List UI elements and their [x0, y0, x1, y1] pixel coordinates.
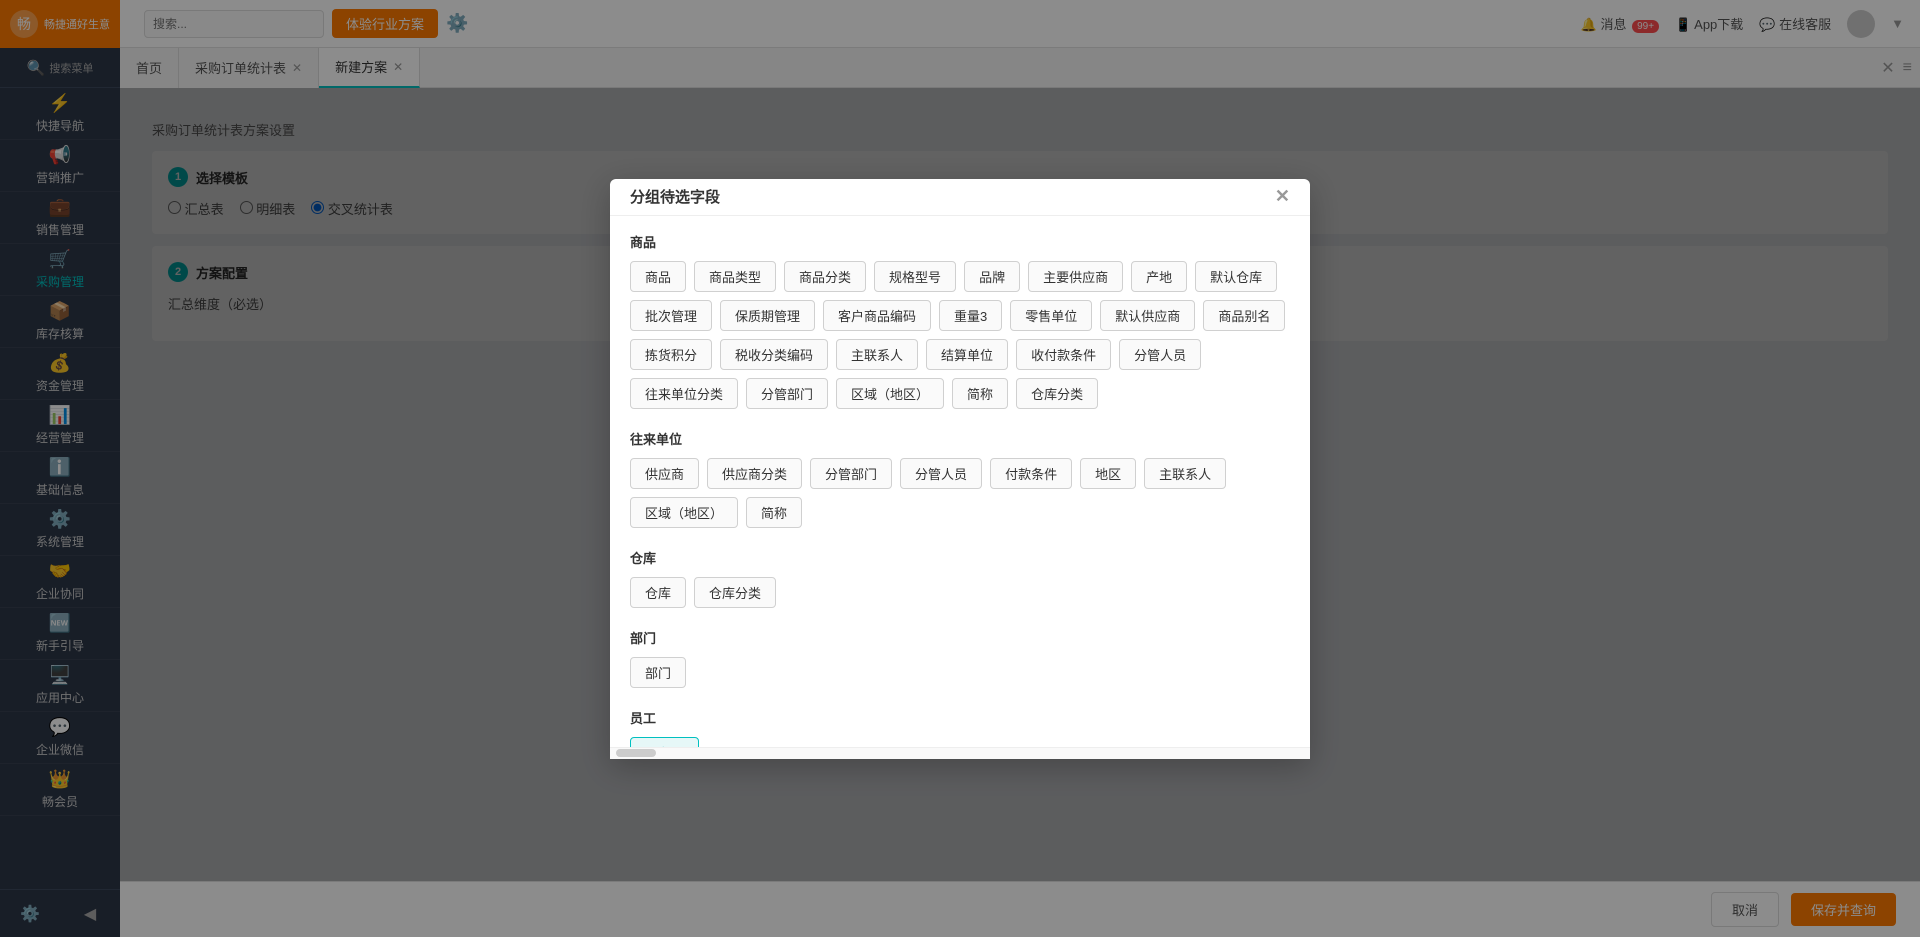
field-tag-0-9[interactable]: 保质期管理	[720, 300, 815, 331]
field-tag-0-21[interactable]: 往来单位分类	[630, 378, 738, 409]
field-tag-0-19[interactable]: 收付款条件	[1016, 339, 1111, 370]
field-tag-0-10[interactable]: 客户商品编码	[823, 300, 931, 331]
field-tag-0-22[interactable]: 分管部门	[746, 378, 828, 409]
field-tag-1-4[interactable]: 付款条件	[990, 458, 1072, 489]
field-tag-0-18[interactable]: 结算单位	[926, 339, 1008, 370]
section-title-4: 员工	[630, 708, 1290, 727]
field-tag-0-15[interactable]: 拣货积分	[630, 339, 712, 370]
field-tag-0-6[interactable]: 产地	[1131, 261, 1187, 292]
modal-hscroll	[610, 747, 1310, 758]
field-tag-4-0[interactable]: 业务员	[630, 737, 699, 747]
field-tag-0-7[interactable]: 默认仓库	[1195, 261, 1277, 292]
field-tag-1-3[interactable]: 分管人员	[900, 458, 982, 489]
field-tag-0-17[interactable]: 主联系人	[836, 339, 918, 370]
field-tag-0-14[interactable]: 商品别名	[1203, 300, 1285, 331]
field-tag-1-1[interactable]: 供应商分类	[707, 458, 802, 489]
field-tag-0-13[interactable]: 默认供应商	[1100, 300, 1195, 331]
field-tag-0-11[interactable]: 重量3	[939, 300, 1002, 331]
section-title-2: 仓库	[630, 548, 1290, 567]
field-tag-1-2[interactable]: 分管部门	[810, 458, 892, 489]
field-tags-0: 商品商品类型商品分类规格型号品牌主要供应商产地默认仓库批次管理保质期管理客户商品…	[630, 261, 1290, 409]
field-tag-2-1[interactable]: 仓库分类	[694, 577, 776, 608]
field-tag-0-23[interactable]: 区域（地区）	[836, 378, 944, 409]
field-tag-2-0[interactable]: 仓库	[630, 577, 686, 608]
field-tag-1-7[interactable]: 区域（地区）	[630, 497, 738, 528]
field-section-2: 仓库仓库仓库分类	[630, 548, 1290, 608]
field-tag-0-3[interactable]: 规格型号	[874, 261, 956, 292]
field-tags-4: 业务员	[630, 737, 1290, 747]
field-section-0: 商品商品商品类型商品分类规格型号品牌主要供应商产地默认仓库批次管理保质期管理客户…	[630, 232, 1290, 409]
field-tag-1-8[interactable]: 简称	[746, 497, 802, 528]
field-tag-0-2[interactable]: 商品分类	[784, 261, 866, 292]
field-tag-0-0[interactable]: 商品	[630, 261, 686, 292]
field-tag-0-5[interactable]: 主要供应商	[1028, 261, 1123, 292]
section-title-3: 部门	[630, 628, 1290, 647]
field-tag-1-6[interactable]: 主联系人	[1144, 458, 1226, 489]
field-section-3: 部门部门	[630, 628, 1290, 688]
field-tag-1-5[interactable]: 地区	[1080, 458, 1136, 489]
field-tag-0-4[interactable]: 品牌	[964, 261, 1020, 292]
field-tag-3-0[interactable]: 部门	[630, 657, 686, 688]
field-tag-0-1[interactable]: 商品类型	[694, 261, 776, 292]
field-tag-0-8[interactable]: 批次管理	[630, 300, 712, 331]
modal-title: 分组待选字段	[630, 186, 720, 207]
field-tag-0-24[interactable]: 简称	[952, 378, 1008, 409]
field-section-4: 员工业务员	[630, 708, 1290, 747]
modal-overlay: 分组待选字段 ✕ 商品商品商品类型商品分类规格型号品牌主要供应商产地默认仓库批次…	[0, 0, 1920, 937]
field-tag-0-20[interactable]: 分管人员	[1119, 339, 1201, 370]
field-tag-0-12[interactable]: 零售单位	[1010, 300, 1092, 331]
field-select-modal: 分组待选字段 ✕ 商品商品商品类型商品分类规格型号品牌主要供应商产地默认仓库批次…	[610, 179, 1310, 759]
field-tags-3: 部门	[630, 657, 1290, 688]
modal-close-button[interactable]: ✕	[1275, 186, 1290, 207]
field-tags-2: 仓库仓库分类	[630, 577, 1290, 608]
modal-body: 商品商品商品类型商品分类规格型号品牌主要供应商产地默认仓库批次管理保质期管理客户…	[610, 216, 1310, 747]
field-tag-0-25[interactable]: 仓库分类	[1016, 378, 1098, 409]
field-tag-1-0[interactable]: 供应商	[630, 458, 699, 489]
field-tag-0-16[interactable]: 税收分类编码	[720, 339, 828, 370]
modal-header: 分组待选字段 ✕	[610, 179, 1310, 217]
field-section-1: 往来单位供应商供应商分类分管部门分管人员付款条件地区主联系人区域（地区） 简称	[630, 429, 1290, 528]
field-tags-1: 供应商供应商分类分管部门分管人员付款条件地区主联系人区域（地区） 简称	[630, 458, 1290, 528]
section-title-0: 商品	[630, 232, 1290, 251]
section-title-1: 往来单位	[630, 429, 1290, 448]
